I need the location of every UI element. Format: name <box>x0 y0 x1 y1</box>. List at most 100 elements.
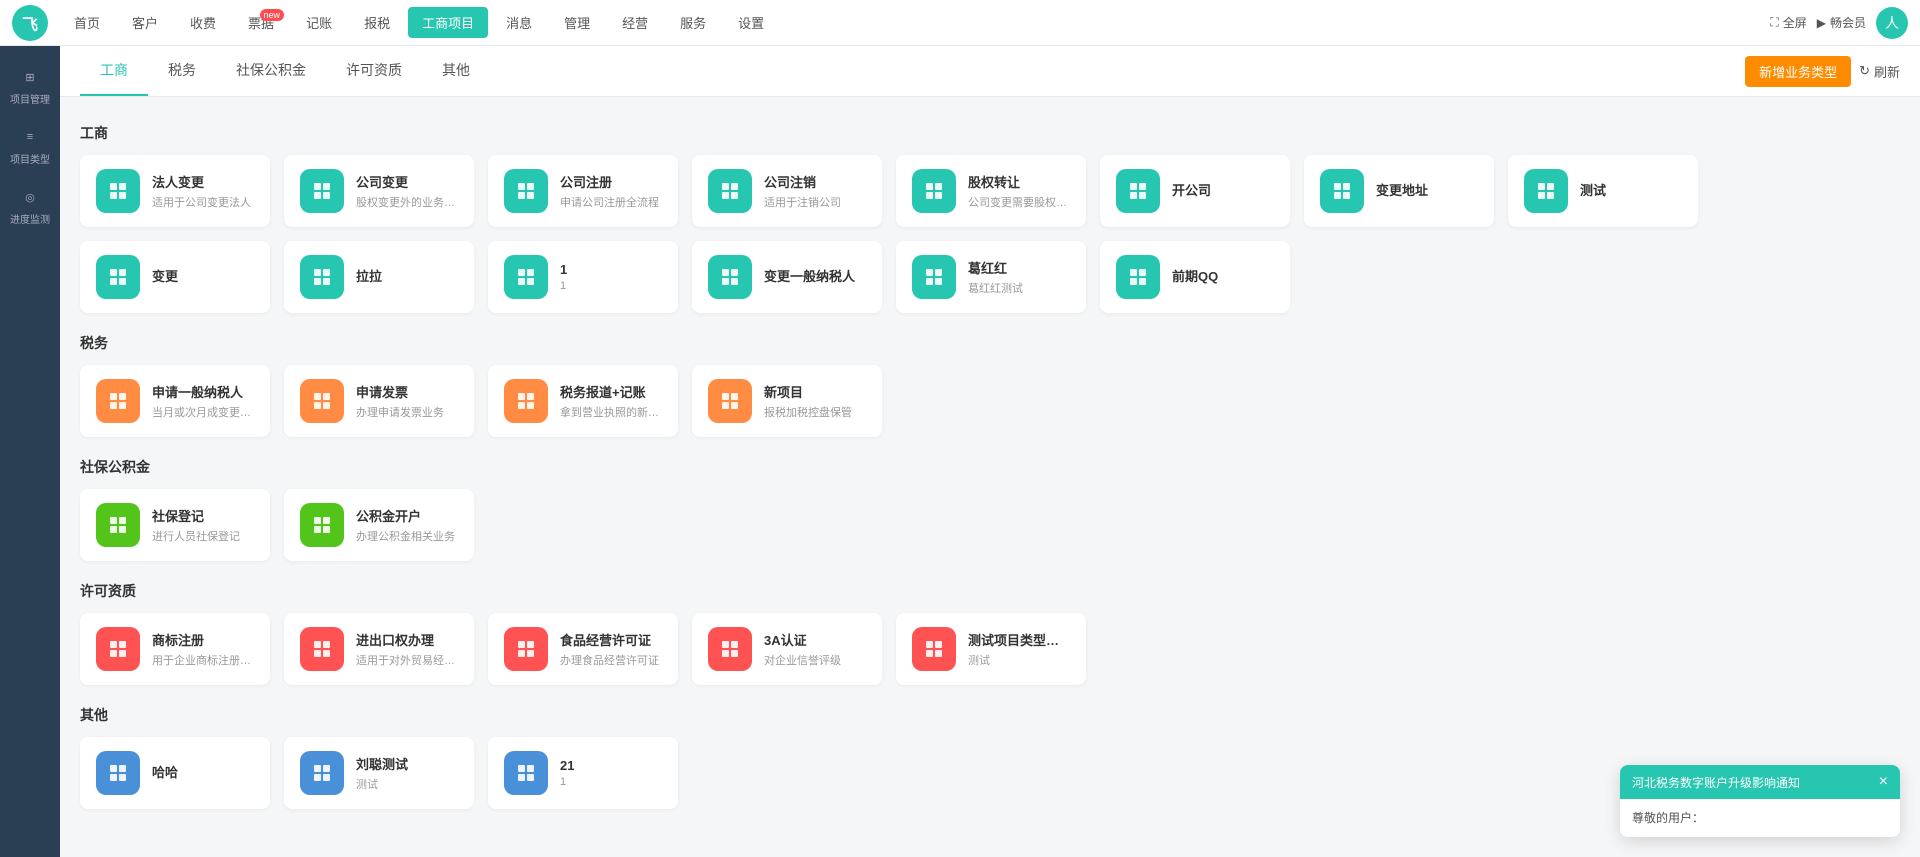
card-申请发票[interactable]: 申请发票 办理申请发票业务 <box>284 365 474 437</box>
card-股权转让[interactable]: 股权转让 公司变更需要股权转让 <box>896 155 1086 227</box>
nav-item-记账[interactable]: 记账 <box>292 7 346 38</box>
nav-item-收费[interactable]: 收费 <box>176 7 230 38</box>
subtab-工商[interactable]: 工商 <box>80 46 148 96</box>
card-3A认证[interactable]: 3A认证 对企业信誉评级 <box>692 613 882 685</box>
subtab-许可资质[interactable]: 许可资质 <box>326 46 422 96</box>
card-icon <box>504 751 548 795</box>
card-社保登记[interactable]: 社保登记 进行人员社保登记 <box>80 489 270 561</box>
card-公积金开户[interactable]: 公积金开户 办理公积金相关业务 <box>284 489 474 561</box>
card-葛红红[interactable]: 葛红红 葛红红测试 <box>896 241 1086 313</box>
subtab-税务[interactable]: 税务 <box>148 46 216 96</box>
card-申请一般纳税人[interactable]: 申请一般纳税人 当月或次月成变更完成 <box>80 365 270 437</box>
card-变更一般纳税人[interactable]: 变更一般纳税人 <box>692 241 882 313</box>
card-食品经营许可证[interactable]: 食品经营许可证 办理食品经营许可证 <box>488 613 678 685</box>
cards-grid-社保公积金: 社保登记 进行人员社保登记 公积金开户 办理公积金相关业务 <box>80 489 1900 561</box>
refresh-button[interactable]: ↻ 刷新 <box>1859 62 1900 81</box>
card-icon <box>504 627 548 671</box>
vip-btn[interactable]: ▶ 畅会员 <box>1817 14 1866 31</box>
card-公司注销[interactable]: 公司注销 适用于注销公司 <box>692 155 882 227</box>
card-title: 拉拉 <box>356 266 458 285</box>
card-法人变更[interactable]: 法人变更 适用于公司变更法人 <box>80 155 270 227</box>
main-content: 工商税务社保公积金许可资质其他 新增业务类型 ↻ 刷新 工商 法人变更 适用于公… <box>60 46 1920 857</box>
sidebar: ⊞ 项目管理 ≡ 项目类型 ◎ 进度监测 <box>0 46 60 857</box>
card-text: 公司注册 申请公司注册全流程 <box>560 172 662 210</box>
card-前期QQ[interactable]: 前期QQ <box>1100 241 1290 313</box>
card-text: 新项目 报税加税控盘保管 <box>764 382 866 420</box>
card-title: 申请一般纳税人 <box>152 382 254 401</box>
card-公司注册[interactable]: 公司注册 申请公司注册全流程 <box>488 155 678 227</box>
sub-tabs: 工商税务社保公积金许可资质其他 新增业务类型 ↻ 刷新 <box>60 46 1920 97</box>
nav-items: 首页客户收费票据new记账报税工商项目消息管理经营服务设置 <box>60 7 1770 38</box>
card-21[interactable]: 21 1 <box>488 737 678 809</box>
card-desc: 进行人员社保登记 <box>152 528 254 544</box>
card-title: 21 <box>560 758 662 773</box>
card-变更地址[interactable]: 变更地址 <box>1304 155 1494 227</box>
sidebar-item-进度监测[interactable]: ◎ 进度监测 <box>0 176 60 236</box>
card-title: 法人变更 <box>152 172 254 191</box>
card-title: 3A认证 <box>764 630 866 649</box>
nav-item-服务[interactable]: 服务 <box>666 7 720 38</box>
card-icon <box>300 169 344 213</box>
card-text: 商标注册 用于企业商标注册服务 <box>152 630 254 668</box>
nav-item-客户[interactable]: 客户 <box>118 7 172 38</box>
card-title: 新项目 <box>764 382 866 401</box>
card-icon <box>1116 255 1160 299</box>
card-icon <box>708 379 752 423</box>
card-刘聪测试[interactable]: 刘聪测试 测试 <box>284 737 474 809</box>
card-拉拉[interactable]: 拉拉 <box>284 241 474 313</box>
card-text: 开公司 <box>1172 180 1274 202</box>
card-开公司[interactable]: 开公司 <box>1100 155 1290 227</box>
nav-item-管理[interactable]: 管理 <box>550 7 604 38</box>
vip-icon: ▶ <box>1817 16 1826 30</box>
card-icon <box>504 255 548 299</box>
section-title-其他: 其他 <box>80 705 1900 725</box>
fullscreen-icon: ⛶ <box>1770 15 1778 30</box>
card-测试项目类型目定义[interactable]: 测试项目类型目定义 测试 <box>896 613 1086 685</box>
card-text: 股权转让 公司变更需要股权转让 <box>968 172 1070 210</box>
notification-popup: 河北税务数字账户升级影响通知 × 尊敬的用户： <box>1620 765 1900 837</box>
avatar[interactable]: 人 <box>1876 7 1908 39</box>
card-公司变更[interactable]: 公司变更 股权变更外的业务变更 <box>284 155 474 227</box>
card-测试[interactable]: 测试 <box>1508 155 1698 227</box>
new-type-button[interactable]: 新增业务类型 <box>1745 56 1851 87</box>
card-税务报道+记账[interactable]: 税务报道+记账 拿到营业执照的新公司 <box>488 365 678 437</box>
card-title: 公司注册 <box>560 172 662 191</box>
nav-item-首页[interactable]: 首页 <box>60 7 114 38</box>
card-text: 刘聪测试 测试 <box>356 754 458 792</box>
card-icon <box>300 751 344 795</box>
card-哈哈[interactable]: 哈哈 <box>80 737 270 809</box>
notification-close-button[interactable]: × <box>1879 773 1888 791</box>
subtab-社保公积金[interactable]: 社保公积金 <box>216 46 326 96</box>
sidebar-icon: ≡ <box>19 126 41 148</box>
card-进出口权办理[interactable]: 进出口权办理 适用于对外贸易经营者 <box>284 613 474 685</box>
content-area: 工商 法人变更 适用于公司变更法人 <box>60 97 1920 845</box>
card-icon <box>1524 169 1568 213</box>
fullscreen-btn[interactable]: ⛶ 全屏 <box>1770 14 1806 31</box>
notification-header: 河北税务数字账户升级影响通知 × <box>1620 765 1900 799</box>
card-title: 进出口权办理 <box>356 630 458 649</box>
section-title-工商: 工商 <box>80 123 1900 143</box>
subtab-其他[interactable]: 其他 <box>422 46 490 96</box>
nav-item-报税[interactable]: 报税 <box>350 7 404 38</box>
card-1[interactable]: 1 1 <box>488 241 678 313</box>
card-新项目[interactable]: 新项目 报税加税控盘保管 <box>692 365 882 437</box>
nav-item-经营[interactable]: 经营 <box>608 7 662 38</box>
nav-item-设置[interactable]: 设置 <box>724 7 778 38</box>
card-title: 前期QQ <box>1172 266 1274 285</box>
nav-item-票据[interactable]: 票据new <box>234 7 288 38</box>
sidebar-item-项目类型[interactable]: ≡ 项目类型 <box>0 116 60 176</box>
refresh-icon: ↻ <box>1859 63 1870 79</box>
card-text: 拉拉 <box>356 266 458 288</box>
card-desc: 1 <box>560 776 662 788</box>
card-变更[interactable]: 变更 <box>80 241 270 313</box>
nav-item-工商项目[interactable]: 工商项目 <box>408 7 488 38</box>
nav-item-消息[interactable]: 消息 <box>492 7 546 38</box>
card-text: 变更 <box>152 266 254 288</box>
sidebar-item-项目管理[interactable]: ⊞ 项目管理 <box>0 56 60 116</box>
cards-grid-税务: 申请一般纳税人 当月或次月成变更完成 申请发票 办理申请发票业务 <box>80 365 1900 437</box>
card-text: 税务报道+记账 拿到营业执照的新公司 <box>560 382 662 420</box>
card-icon <box>504 169 548 213</box>
card-text: 21 1 <box>560 758 662 788</box>
card-text: 前期QQ <box>1172 266 1274 288</box>
card-商标注册[interactable]: 商标注册 用于企业商标注册服务 <box>80 613 270 685</box>
